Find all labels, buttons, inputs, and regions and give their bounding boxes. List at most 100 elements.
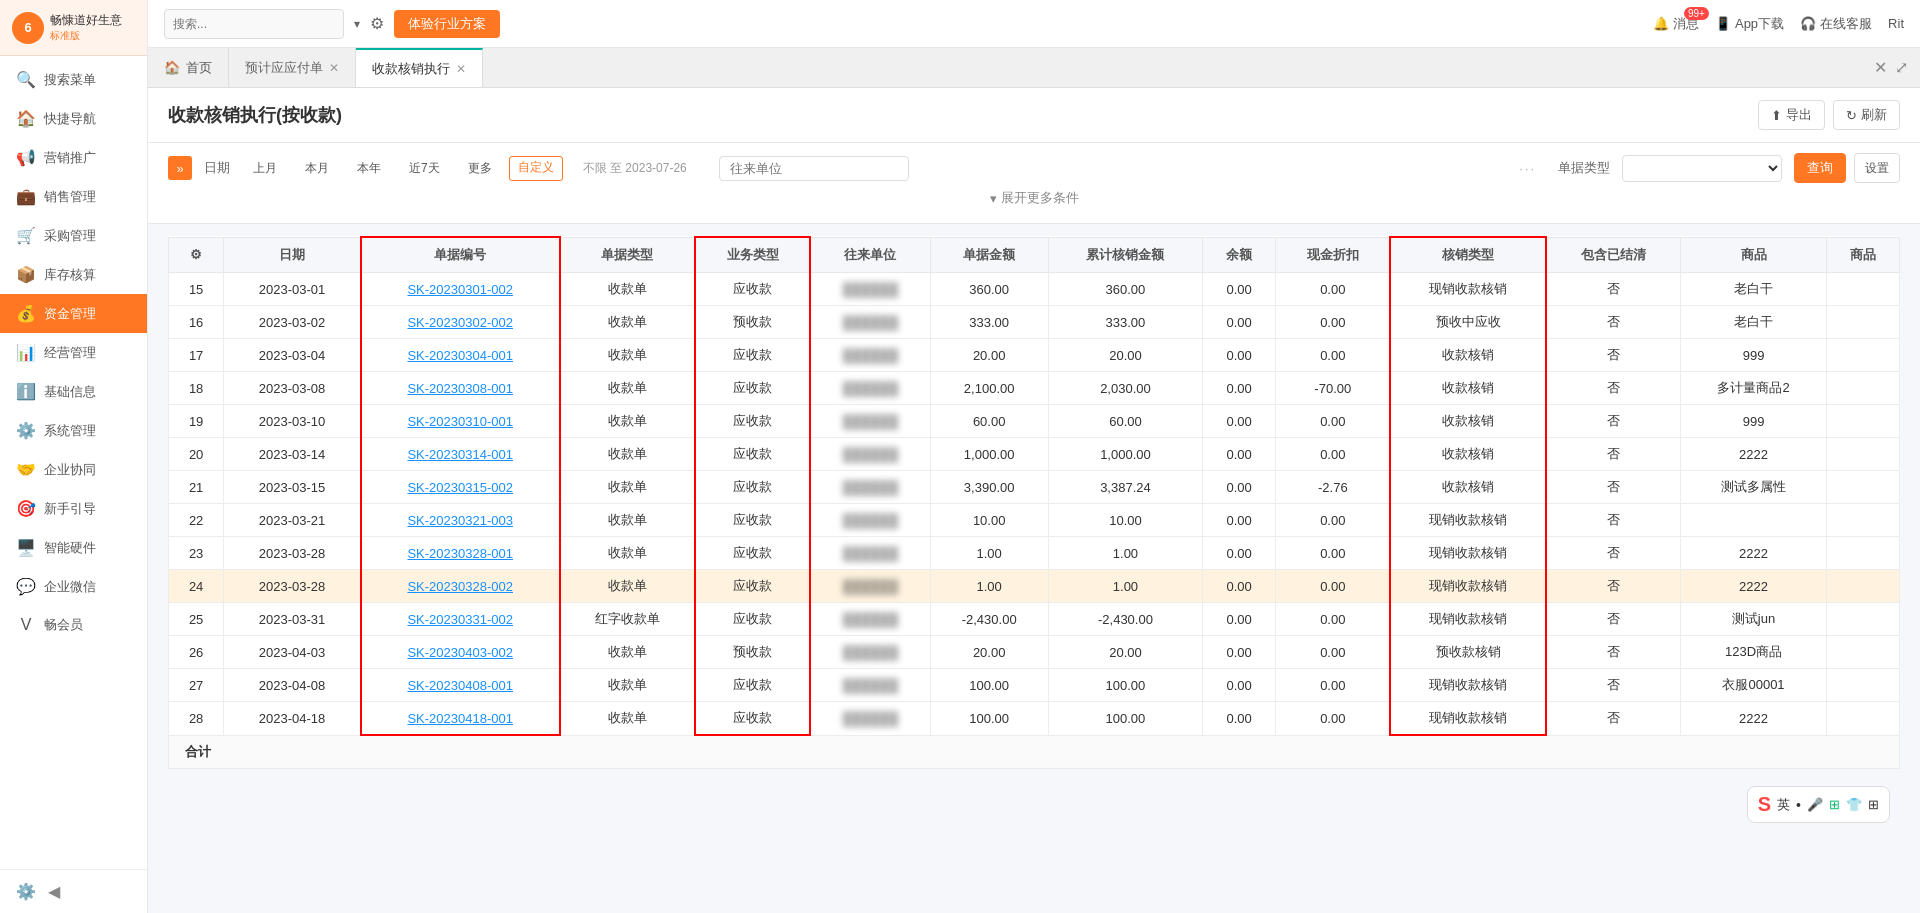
app-icon[interactable]: ⊞ <box>1868 797 1879 812</box>
cell-product2 <box>1826 438 1899 471</box>
cell-cash-discount: 0.00 <box>1276 438 1391 471</box>
cell-date: 2023-03-28 <box>224 537 361 570</box>
tab-prepay-close[interactable]: ✕ <box>329 61 339 75</box>
cell-product1: 衣服00001 <box>1681 669 1826 702</box>
sidebar-item-shortcuts[interactable]: 🏠快捷导航 <box>0 99 147 138</box>
col-bill-no: 单据编号 <box>361 237 560 273</box>
col-product1: 商品 <box>1681 237 1826 273</box>
partner-input[interactable] <box>719 156 909 181</box>
table-area: ⚙ 日期 单据编号 单据类型 业务类型 往来单位 单据金额 累计核销金额 余额 … <box>148 224 1920 913</box>
cell-total-cancel: 10.00 <box>1048 504 1202 537</box>
cell-included: 否 <box>1546 372 1681 405</box>
topbar: ▾ ⚙ 体验行业方案 🔔 消息 99+ 📱 App下载 🎧 在线客服 Rit <box>148 0 1920 48</box>
tab-prepay[interactable]: 预计应应付单 ✕ <box>229 48 356 87</box>
col-product2: 商品 <box>1826 237 1899 273</box>
table-header-row: ⚙ 日期 单据编号 单据类型 业务类型 往来单位 单据金额 累计核销金额 余额 … <box>169 237 1900 273</box>
sidebar-item-inventory[interactable]: 📦库存核算 <box>0 255 147 294</box>
cell-num: 25 <box>169 603 224 636</box>
cell-product2 <box>1826 471 1899 504</box>
phone-icon: 📱 <box>1715 16 1731 31</box>
tab-close-btn[interactable]: ✕ <box>1874 58 1887 77</box>
sidebar-item-operations[interactable]: 📊经营管理 <box>0 333 147 372</box>
sidebar-item-sales[interactable]: 💼销售管理 <box>0 177 147 216</box>
sidebar: 6 畅慷道好生意 标准版 🔍搜索菜单🏠快捷导航📢营销推广💼销售管理🛒采购管理📦库… <box>0 0 148 913</box>
cell-balance: 0.00 <box>1203 636 1276 669</box>
sidebar-item-system[interactable]: ⚙️系统管理 <box>0 411 147 450</box>
cell-cancel-type: 现销收款核销 <box>1390 669 1546 702</box>
settings-button[interactable]: 设置 <box>1854 153 1900 183</box>
cell-num: 26 <box>169 636 224 669</box>
user-avatar[interactable]: Rit <box>1888 16 1904 31</box>
english-icon[interactable]: 英 <box>1777 796 1790 814</box>
dot-icon[interactable]: • <box>1796 797 1801 813</box>
cell-balance: 0.00 <box>1203 702 1276 736</box>
cell-cancel-type: 现销收款核销 <box>1390 603 1546 636</box>
expand-more-btn[interactable]: ▾ 展开更多条件 <box>990 189 1079 207</box>
sidebar-item-wechat[interactable]: 💬企业微信 <box>0 567 147 606</box>
col-settings[interactable]: ⚙ <box>169 237 224 273</box>
table-row: 20 2023-03-14 SK-20230314-001 收款单 应收款 ██… <box>169 438 1900 471</box>
cell-cash-discount: -70.00 <box>1276 372 1391 405</box>
table-row: 23 2023-03-28 SK-20230328-001 收款单 应收款 ██… <box>169 537 1900 570</box>
cell-bill-type: 收款单 <box>560 273 696 306</box>
purchase-icon: 🛒 <box>16 226 36 245</box>
industry-solution-button[interactable]: 体验行业方案 <box>394 10 500 38</box>
table-row: 24 2023-03-28 SK-20230328-002 收款单 应收款 ██… <box>169 570 1900 603</box>
collapse-icon[interactable]: ◀ <box>48 882 60 901</box>
topbar-right: 🔔 消息 99+ 📱 App下载 🎧 在线客服 Rit <box>1653 15 1904 33</box>
gear-icon[interactable]: ⚙ <box>370 14 384 33</box>
sidebar-item-enterprise[interactable]: 🤝企业协同 <box>0 450 147 489</box>
tab-home[interactable]: 🏠 首页 <box>148 48 229 87</box>
sidebar-item-search[interactable]: 🔍搜索菜单 <box>0 60 147 99</box>
tab-collection[interactable]: 收款核销执行 ✕ <box>356 48 483 87</box>
cell-included: 否 <box>1546 339 1681 372</box>
sidebar-item-guide[interactable]: 🎯新手引导 <box>0 489 147 528</box>
cell-num: 17 <box>169 339 224 372</box>
sidebar-item-finance[interactable]: 💰资金管理 <box>0 294 147 333</box>
refresh-button[interactable]: ↻ 刷新 <box>1833 100 1900 130</box>
bill-type-label: 单据类型 <box>1558 159 1610 177</box>
app-download-btn[interactable]: 📱 App下载 <box>1715 15 1784 33</box>
mic-icon[interactable]: 🎤 <box>1807 797 1823 812</box>
date-chip-last-month[interactable]: 上月 <box>242 156 288 181</box>
tab-collection-close[interactable]: ✕ <box>456 62 466 76</box>
date-chip-this-year[interactable]: 本年 <box>346 156 392 181</box>
cell-amount: 100.00 <box>930 702 1048 736</box>
tab-expand-btn[interactable]: ⤢ <box>1895 58 1908 77</box>
cell-included: 否 <box>1546 504 1681 537</box>
sidebar-item-marketing[interactable]: 📢营销推广 <box>0 138 147 177</box>
date-chip-7days[interactable]: 近7天 <box>398 156 451 181</box>
sidebar-item-hardware[interactable]: 🖥️智能硬件 <box>0 528 147 567</box>
table-row: 22 2023-03-21 SK-20230321-003 收款单 应收款 ██… <box>169 504 1900 537</box>
shirt-icon[interactable]: 👕 <box>1846 797 1862 812</box>
date-chip-this-month[interactable]: 本月 <box>294 156 340 181</box>
export-button[interactable]: ⬆ 导出 <box>1758 100 1825 130</box>
cell-bill-type: 收款单 <box>560 504 696 537</box>
online-service-btn[interactable]: 🎧 在线客服 <box>1800 15 1872 33</box>
cell-total-cancel: 100.00 <box>1048 669 1202 702</box>
cell-included: 否 <box>1546 273 1681 306</box>
cell-total-cancel: 100.00 <box>1048 702 1202 736</box>
sidebar-item-basic[interactable]: ℹ️基础信息 <box>0 372 147 411</box>
date-chip-more[interactable]: 更多 <box>457 156 503 181</box>
query-button[interactable]: 查询 <box>1794 153 1846 183</box>
bill-type-select[interactable] <box>1622 155 1782 182</box>
cell-biz-type: 应收款 <box>695 504 810 537</box>
sidebar-item-member[interactable]: V畅会员 <box>0 606 147 644</box>
wechat-icon: 💬 <box>16 577 36 596</box>
dropdown-arrow[interactable]: ▾ <box>354 17 360 31</box>
cell-date: 2023-03-31 <box>224 603 361 636</box>
date-chip-custom[interactable]: 自定义 <box>509 156 563 181</box>
cell-bill-no: SK-20230304-001 <box>361 339 560 372</box>
filter-collapse-btn[interactable]: » <box>168 156 192 180</box>
sidebar-item-purchase[interactable]: 🛒采购管理 <box>0 216 147 255</box>
settings-icon[interactable]: ⚙️ <box>16 882 36 901</box>
cell-cancel-type: 收款核销 <box>1390 339 1546 372</box>
cell-partner: ██████ <box>810 372 930 405</box>
search-input[interactable] <box>164 9 344 39</box>
notification-btn[interactable]: 🔔 消息 99+ <box>1653 15 1699 33</box>
grid-icon[interactable]: ⊞ <box>1829 797 1840 812</box>
guide-icon: 🎯 <box>16 499 36 518</box>
shuang-icon[interactable]: S <box>1758 793 1771 816</box>
cell-included: 否 <box>1546 306 1681 339</box>
